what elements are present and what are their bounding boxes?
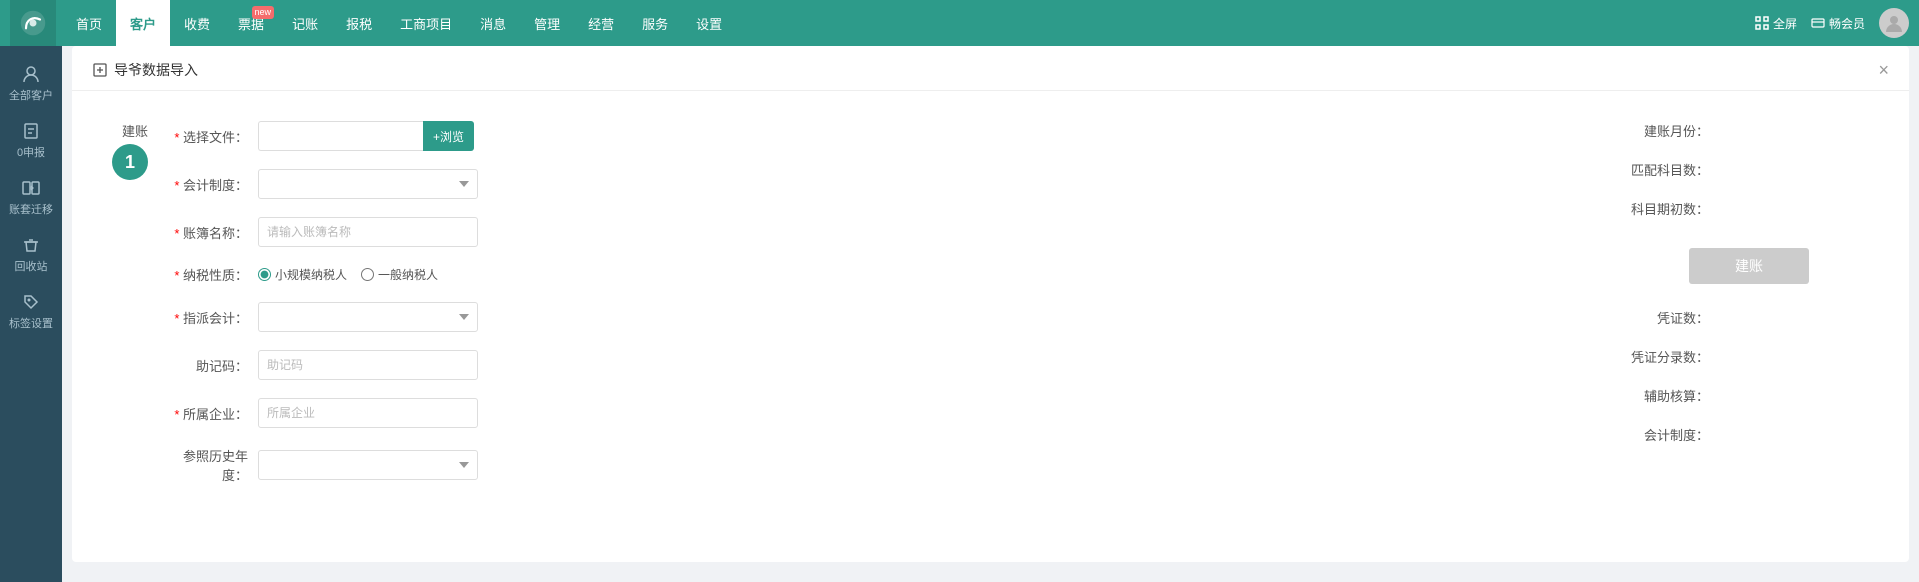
dialog-title: 导爷数据导入 [92,60,198,80]
sidebar-label-account-migration: 账套迁移 [9,201,53,217]
aux-accounting-row: 辅助核算： [1629,386,1869,405]
match-subjects-label: 匹配科目数： [1629,160,1719,179]
file-row: 选择文件： +浏览 [168,121,1589,151]
nav-items: 首页 客户 收费 票据 new 记账 报税 工商项目 消息 管理 经营 服务 设… [62,0,1755,46]
aux-accounting-label: 辅助核算： [1629,386,1719,405]
accounting-system-label: 会计制度： [168,175,258,194]
import-icon [92,62,108,78]
ledger-name-row: 账簿名称： [168,217,1589,247]
accountant-row: 指派会计： [168,302,1589,332]
subjects-initial-row: 科目期初数： [1629,199,1869,218]
nav-settings[interactable]: 设置 [682,0,736,46]
right-accounting-system-label: 会计制度： [1629,425,1719,444]
sidebar-item-declaration[interactable]: 0申报 [0,113,62,168]
nav-operation[interactable]: 经营 [574,0,628,46]
sidebar-label-declaration: 0申报 [17,144,45,160]
memo-label: 助记码： [168,356,258,375]
subjects-initial-label: 科目期初数： [1629,199,1719,218]
accounting-system-row: 会计制度： [168,169,1589,199]
nav-service[interactable]: 服务 [628,0,682,46]
fullscreen-btn[interactable]: 全屏 [1755,15,1797,32]
nav-business[interactable]: 工商项目 [386,0,466,46]
nav-message[interactable]: 消息 [466,0,520,46]
file-label: 选择文件： [168,127,258,146]
history-year-row: 参照历史年度： [168,446,1589,484]
close-button[interactable]: × [1878,61,1889,79]
sidebar: 全部客户 0申报 账套迁移 回收站 标签设置 [0,46,62,582]
sidebar-item-all-customers[interactable]: 全部客户 [0,56,62,111]
file-input-group: +浏览 [258,121,474,151]
build-month-row: 建账月份： [1629,121,1869,140]
step-label: 建账 [122,121,148,140]
tax-type-radio-group: 小规模纳税人 一般纳税人 [258,266,438,283]
accountant-label: 指派会计： [168,308,258,327]
nav-customer[interactable]: 客户 [116,0,170,46]
dialog-header: 导爷数据导入 × [72,46,1909,91]
member-btn[interactable]: 畅会员 [1811,15,1865,32]
tax-type-label: 纳税性质： [168,265,258,284]
sidebar-item-account-migration[interactable]: 账套迁移 [0,170,62,225]
history-year-select[interactable] [258,450,478,480]
nav-home[interactable]: 首页 [62,0,116,46]
memo-input[interactable] [258,350,478,380]
form-left: 选择文件： +浏览 会计制度： 账簿名称： [168,121,1589,502]
ledger-name-input[interactable] [258,217,478,247]
dialog-title-text: 导爷数据导入 [114,60,198,80]
radio-small-taxpayer[interactable]: 小规模纳税人 [258,266,347,283]
tax-type-row: 纳税性质： 小规模纳税人 一般纳税人 [168,265,1589,284]
voucher-row: 凭证数： [1629,308,1869,327]
new-badge: new [252,6,275,19]
form-right: 建账月份： 匹配科目数： 科目期初数： 建账 凭证数： [1589,121,1869,502]
member-label: 畅会员 [1829,15,1865,32]
sidebar-item-recycle[interactable]: 回收站 [0,227,62,282]
accountant-select[interactable] [258,302,478,332]
voucher-label: 凭证数： [1629,308,1719,327]
sidebar-label-tag-settings: 标签设置 [9,315,53,331]
sidebar-label-recycle: 回收站 [15,258,48,274]
memo-row: 助记码： [168,350,1589,380]
browse-button[interactable]: +浏览 [423,121,474,151]
file-input[interactable] [258,121,423,151]
ledger-name-label: 账簿名称： [168,223,258,242]
nav-manage[interactable]: 管理 [520,0,574,46]
nav-account[interactable]: 记账 [278,0,332,46]
app-logo[interactable] [10,0,56,46]
company-input[interactable] [258,398,478,428]
voucher-entries-row: 凭证分录数： [1629,347,1869,366]
company-row: 所属企业： [168,398,1589,428]
nav-invoice[interactable]: 票据 new [224,0,278,46]
build-month-label: 建账月份： [1629,121,1719,140]
match-subjects-row: 匹配科目数： [1629,160,1869,179]
step-circle: 1 [112,144,148,180]
avatar[interactable] [1879,8,1909,38]
form-area: 建账 1 选择文件： +浏览 会计制度： [72,91,1909,532]
page-area: 导爷数据导入 × 建账 1 选择文件： +浏览 [72,46,1909,562]
company-label: 所属企业： [168,404,258,423]
build-account-button[interactable]: 建账 [1689,248,1809,284]
voucher-entries-label: 凭证分录数： [1629,347,1719,366]
nav-tax[interactable]: 报税 [332,0,386,46]
sidebar-item-tag-settings[interactable]: 标签设置 [0,284,62,339]
accounting-system-select[interactable] [258,169,478,199]
radio-general-taxpayer[interactable]: 一般纳税人 [361,266,438,283]
nav-fee[interactable]: 收费 [170,0,224,46]
sidebar-label-all-customers: 全部客户 [9,87,53,103]
nav-right: 全屏 畅会员 [1755,8,1909,38]
main-content: 导爷数据导入 × 建账 1 选择文件： +浏览 [62,46,1919,582]
history-year-label: 参照历史年度： [168,446,258,484]
step-indicator: 建账 1 [112,121,168,502]
top-nav: 首页 客户 收费 票据 new 记账 报税 工商项目 消息 管理 经营 服务 设… [0,0,1919,46]
fullscreen-label: 全屏 [1773,15,1797,32]
right-accounting-system-row: 会计制度： [1629,425,1869,444]
